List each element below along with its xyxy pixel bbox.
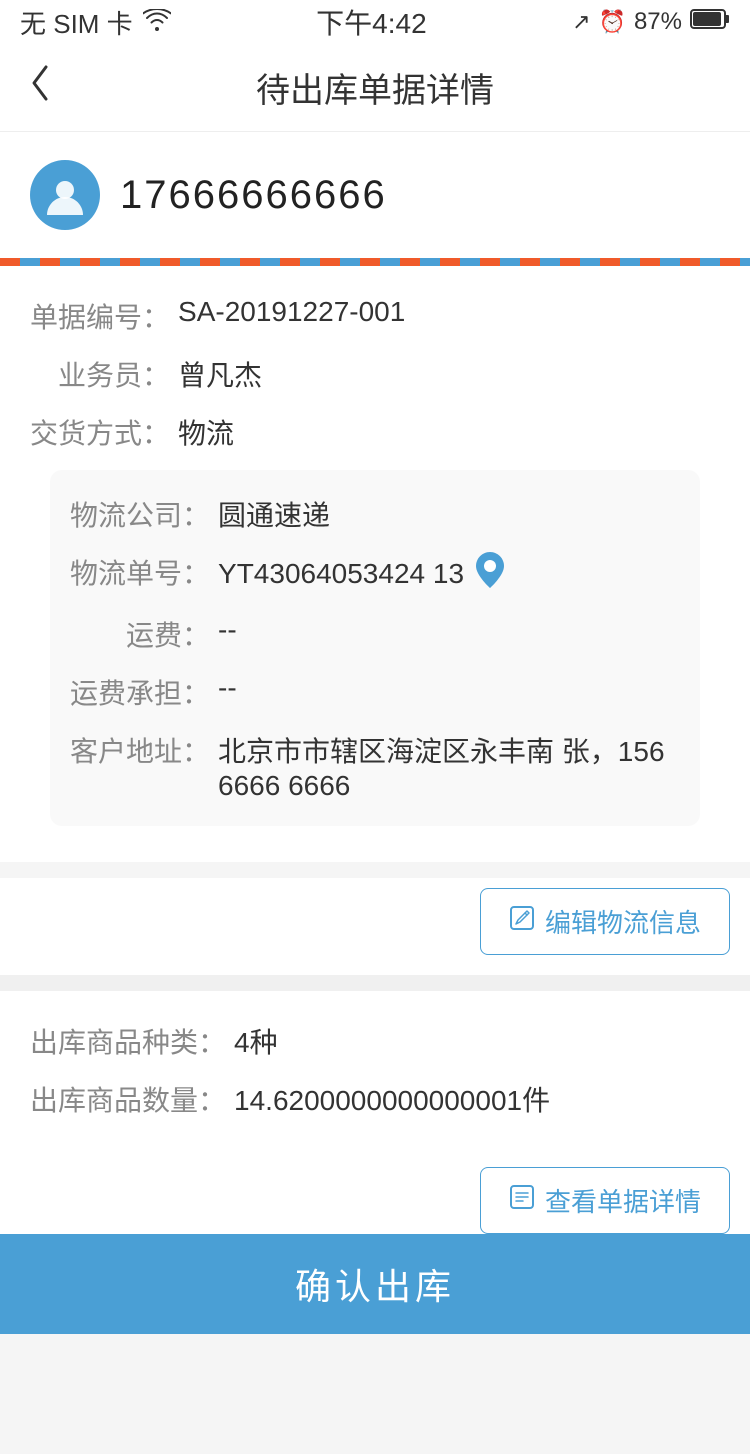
order-no-row: 单据编号： SA-20191227-001 bbox=[30, 296, 720, 336]
section-divider bbox=[0, 975, 750, 991]
confirm-label: 确认出库 bbox=[295, 1258, 455, 1310]
address-row: 客户地址： 北京市市辖区海淀区永丰南 张，156 6666 6666 bbox=[70, 730, 680, 802]
time-display: 下午4:42 bbox=[316, 2, 427, 42]
logistics-company-row: 物流公司： 圆通速递 bbox=[70, 494, 680, 534]
back-button[interactable] bbox=[28, 63, 52, 112]
view-detail-button[interactable]: 查看单据详情 bbox=[480, 1167, 730, 1234]
order-info-section: 单据编号： SA-20191227-001 业务员： 曾凡杰 交货方式： 物流 … bbox=[0, 266, 750, 862]
order-no-value: SA-20191227-001 bbox=[170, 296, 720, 328]
map-pin-icon[interactable] bbox=[476, 552, 504, 596]
goods-quantity-label: 出库商品数量： bbox=[30, 1079, 226, 1119]
logistics-tracking-value: YT43064053424 13 bbox=[210, 552, 680, 596]
delivery-label: 交货方式： bbox=[30, 412, 170, 452]
freight-bearer-value: -- bbox=[210, 672, 680, 704]
status-left: 无 SIM 卡 bbox=[20, 4, 171, 41]
salesman-row: 业务员： 曾凡杰 bbox=[30, 354, 720, 394]
delivery-value: 物流 bbox=[170, 412, 720, 452]
goods-section: 出库商品种类： 4种 出库商品数量： 14.6200000000000001件 bbox=[0, 991, 750, 1157]
edit-btn-label: 编辑物流信息 bbox=[545, 903, 701, 940]
location-status-icon: ↗ bbox=[572, 9, 590, 35]
avatar bbox=[30, 160, 100, 230]
logistics-company-label: 物流公司： bbox=[70, 494, 210, 534]
goods-types-value: 4种 bbox=[226, 1021, 720, 1061]
goods-types-row: 出库商品种类： 4种 bbox=[30, 1021, 720, 1061]
freight-bearer-label: 运费承担： bbox=[70, 672, 210, 712]
view-btn-label: 查看单据详情 bbox=[545, 1182, 701, 1219]
delivery-row: 交货方式： 物流 bbox=[30, 412, 720, 452]
battery-icon bbox=[690, 8, 730, 37]
logistics-company-value: 圆通速递 bbox=[210, 494, 680, 534]
salesman-value: 曾凡杰 bbox=[170, 354, 720, 394]
alarm-icon: ⏰ bbox=[599, 9, 626, 35]
freight-bearer-row: 运费承担： -- bbox=[70, 672, 680, 712]
goods-quantity-row: 出库商品数量： 14.6200000000000001件 bbox=[30, 1079, 720, 1119]
carrier-label: 无 SIM 卡 bbox=[20, 4, 133, 41]
battery-label: 87% bbox=[634, 8, 682, 36]
logistics-card: 物流公司： 圆通速递 物流单号： YT43064053424 13 运费： bbox=[50, 470, 700, 826]
edit-btn-container: 编辑物流信息 bbox=[0, 878, 750, 975]
customer-header: 17666666666 bbox=[0, 132, 750, 258]
dashed-divider bbox=[0, 258, 750, 266]
goods-quantity-value: 14.6200000000000001件 bbox=[226, 1079, 720, 1119]
page-title: 待出库单据详情 bbox=[256, 63, 494, 112]
list-icon bbox=[509, 1184, 535, 1217]
address-value: 北京市市辖区海淀区永丰南 张，156 6666 6666 bbox=[210, 730, 680, 802]
freight-value: -- bbox=[210, 614, 680, 646]
freight-label: 运费： bbox=[70, 614, 210, 654]
goods-types-label: 出库商品种类： bbox=[30, 1021, 226, 1061]
logistics-tracking-label: 物流单号： bbox=[70, 552, 210, 592]
status-right: ↗ ⏰ 87% bbox=[572, 8, 730, 37]
logistics-tracking-row: 物流单号： YT43064053424 13 bbox=[70, 552, 680, 596]
nav-bar: 待出库单据详情 bbox=[0, 44, 750, 132]
address-label: 客户地址： bbox=[70, 730, 210, 770]
status-bar: 无 SIM 卡 下午4:42 ↗ ⏰ 87% bbox=[0, 0, 750, 44]
order-no-label: 单据编号： bbox=[30, 296, 170, 336]
salesman-label: 业务员： bbox=[30, 354, 170, 394]
edit-logistics-button[interactable]: 编辑物流信息 bbox=[480, 888, 730, 955]
freight-row: 运费： -- bbox=[70, 614, 680, 654]
wifi-icon bbox=[143, 7, 171, 38]
edit-icon bbox=[509, 905, 535, 938]
customer-phone: 17666666666 bbox=[120, 173, 387, 218]
confirm-button[interactable]: 确认出库 bbox=[0, 1234, 750, 1334]
